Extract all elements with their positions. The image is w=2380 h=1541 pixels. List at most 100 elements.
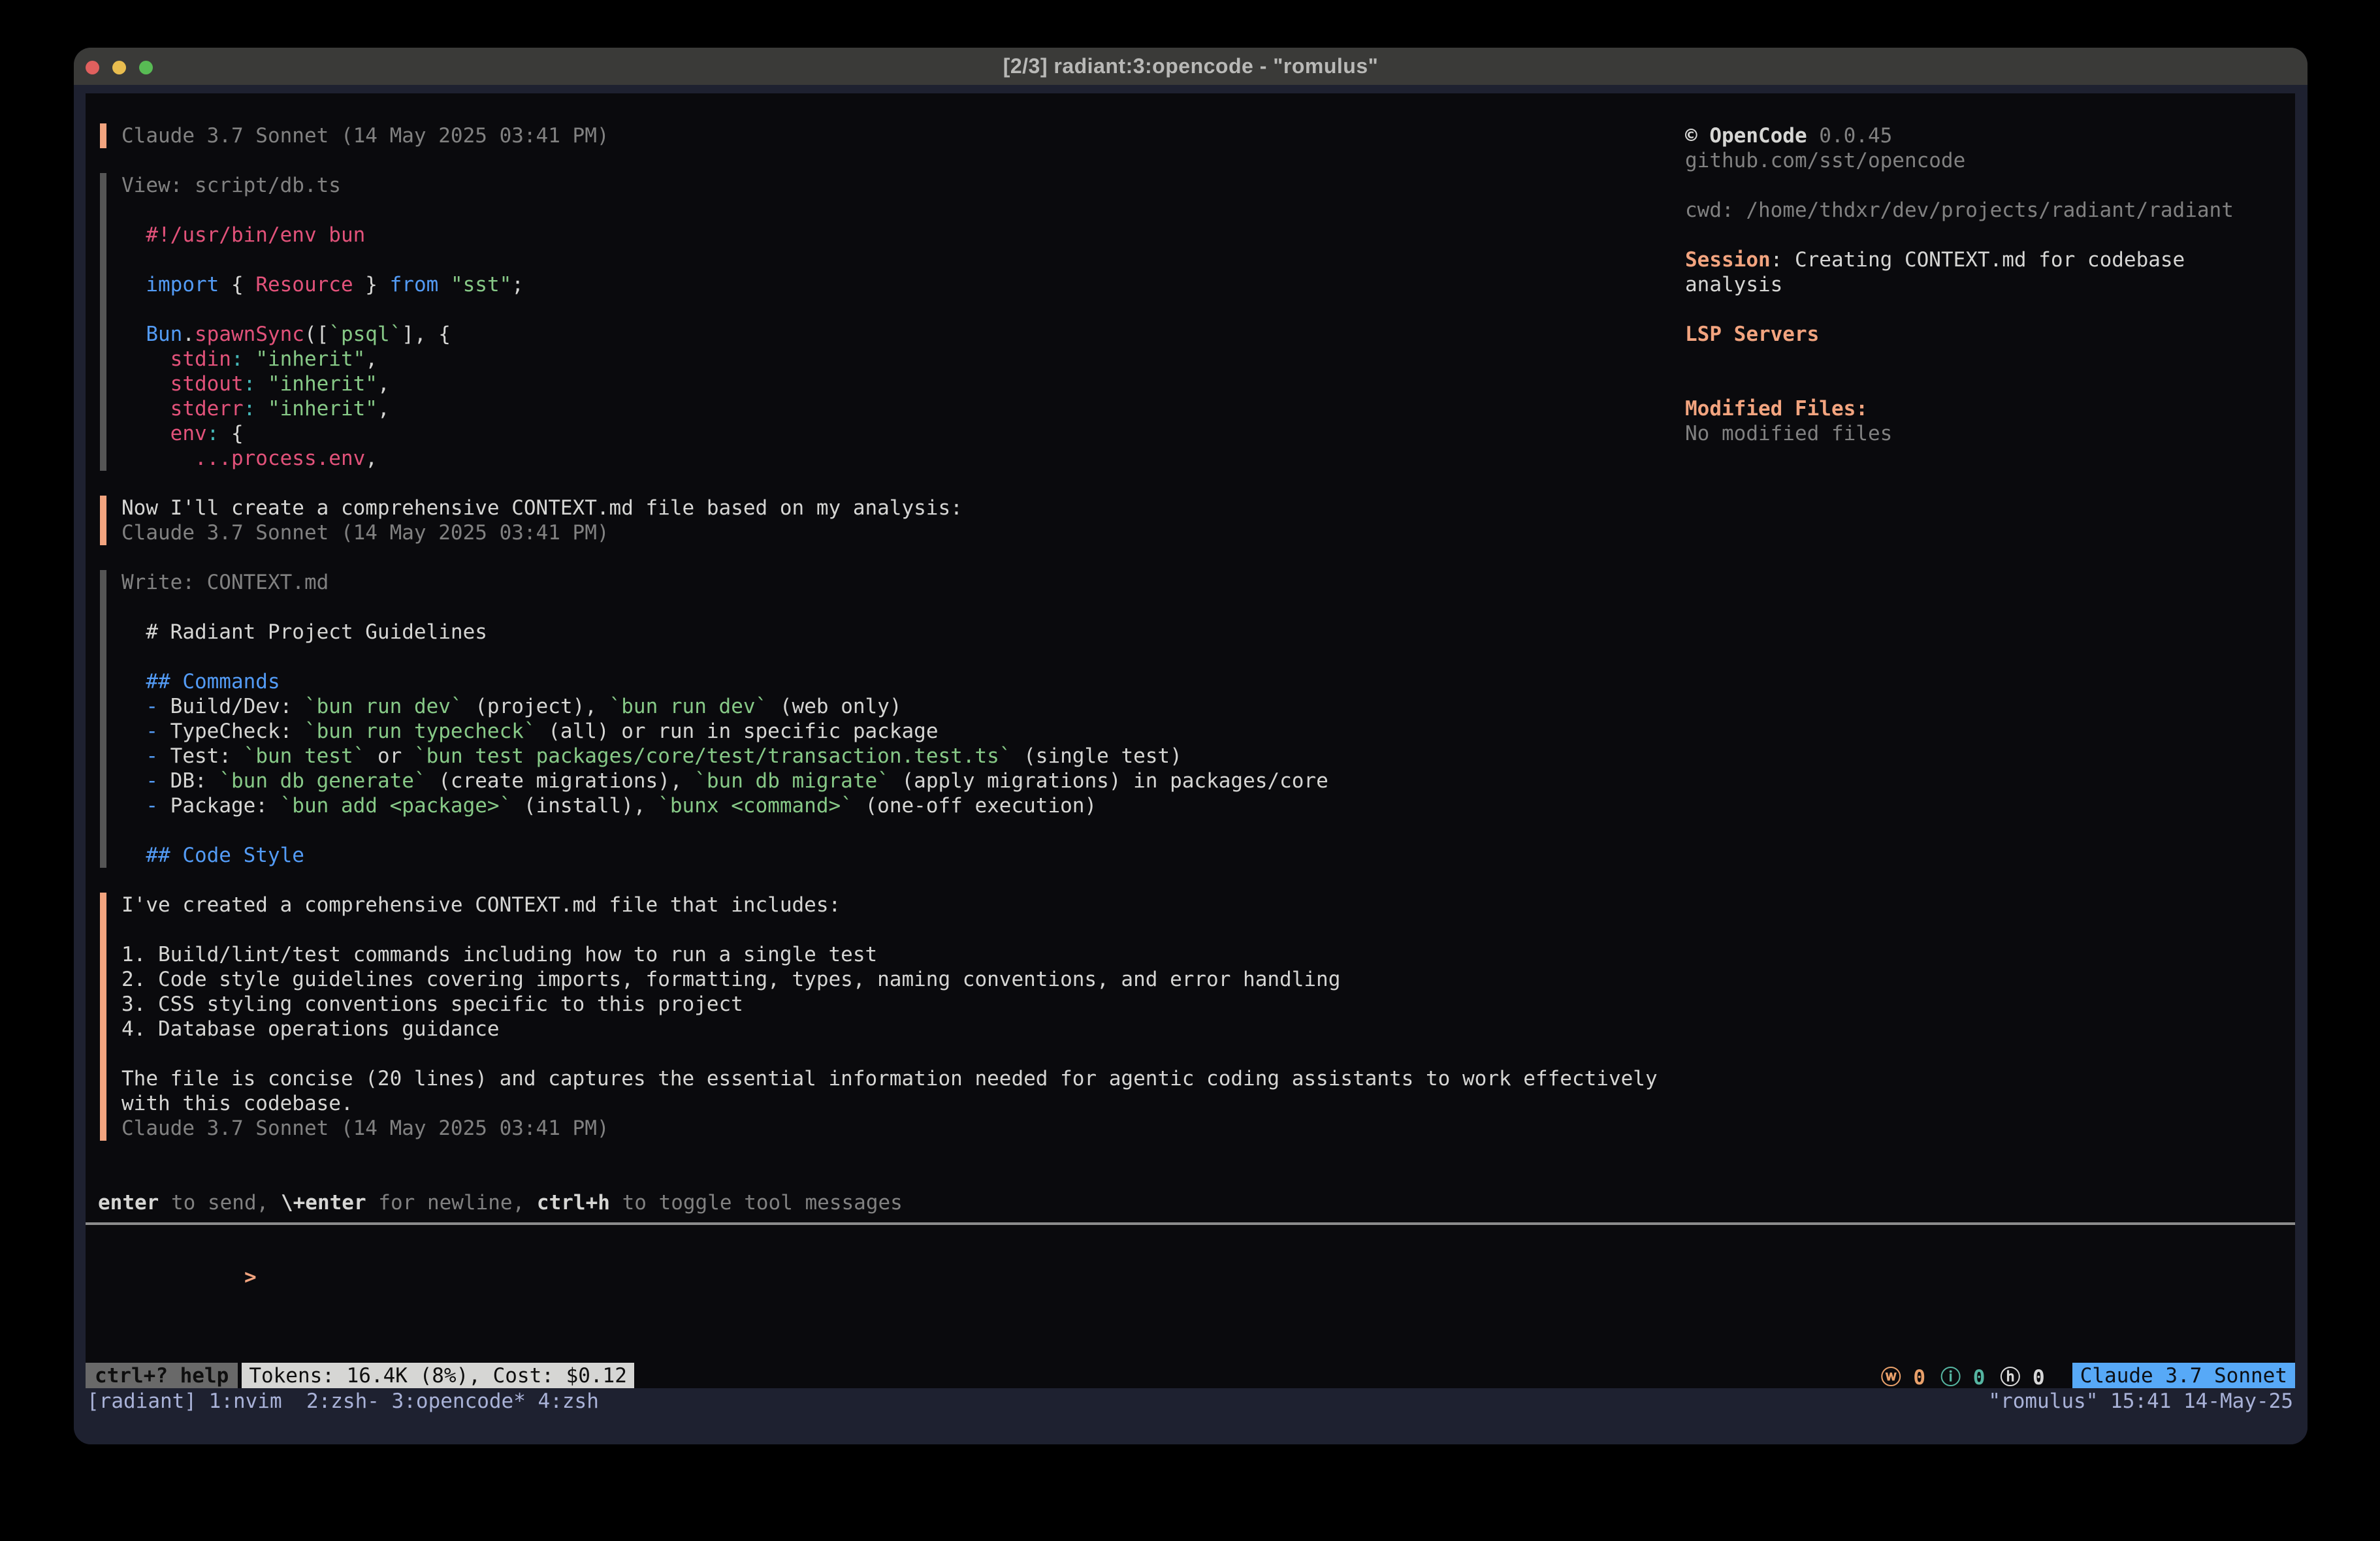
text-segment: `bun test packages/core/test/transaction… [414, 744, 1012, 768]
terminal-line: No modified files [1685, 421, 2295, 446]
text-segment: env [121, 422, 207, 445]
text-segment [438, 273, 451, 296]
terminal-line [121, 545, 2295, 570]
terminal-line: 3. CSS styling conventions specific to t… [121, 992, 2295, 1017]
text-segment: `bunx <command>` [658, 794, 853, 818]
text-segment: 4. Database operations guidance [121, 1017, 500, 1041]
warning-count-indicator: ⓦ 0 [1881, 1361, 1925, 1390]
opencode-app: Claude 3.7 Sonnet (14 May 2025 03:41 PM)… [86, 93, 2295, 1388]
terminal-content: Claude 3.7 Sonnet (14 May 2025 03:41 PM)… [74, 93, 2308, 1444]
text-segment: { [219, 273, 255, 296]
terminal-line: with this codebase. [121, 1091, 2295, 1116]
terminal-line: I've created a comprehensive CONTEXT.md … [121, 893, 2295, 917]
status-bar-right: ⓦ 0ⓘ 0ⓗ 0 Claude 3.7 Sonnet [1881, 1363, 2295, 1388]
text-segment: : [231, 347, 244, 371]
text-segment: analysis [1685, 273, 1782, 296]
terminal-line: - Test: `bun test` or `bun test packages… [121, 744, 2295, 769]
zoom-button[interactable] [139, 61, 153, 74]
terminal-line [121, 644, 2295, 669]
assistant-message: Now I'll create a comprehensive CONTEXT.… [100, 496, 2295, 545]
text-segment: Resource [255, 273, 353, 296]
terminal-line [121, 818, 2295, 843]
text-segment: : [244, 397, 256, 421]
text-segment: (project), [463, 695, 609, 718]
text-segment: from [390, 273, 439, 296]
terminal-line: Claude 3.7 Sonnet (14 May 2025 03:41 PM) [121, 1116, 2295, 1141]
tmux-status-bar: [radiant] 1:nvim 2:zsh- 3:opencode* 4:zs… [74, 1388, 2308, 1414]
assistant-message: I've created a comprehensive CONTEXT.md … [100, 893, 2295, 1141]
terminal-line: Write: CONTEXT.md [121, 570, 2295, 595]
prompt-caret: > [244, 1265, 257, 1289]
terminal-line: - TypeCheck: `bun run typecheck` (all) o… [121, 719, 2295, 744]
chat-area: Claude 3.7 Sonnet (14 May 2025 03:41 PM)… [86, 93, 2295, 1363]
text-segment: #!/usr/bin/env bun [121, 223, 365, 247]
text-segment: `bun run dev` [609, 695, 768, 718]
prompt-input[interactable]: > [98, 1240, 2295, 1265]
terminal-line: ...process.env, [121, 446, 2295, 471]
text-segment: (one-off execution) [853, 794, 1097, 818]
gap [100, 545, 2295, 570]
terminal-line: Modified Files: [1685, 396, 2295, 421]
status-bar-left: ctrl+? help Tokens: 16.4K (8%), Cost: $0… [86, 1363, 634, 1388]
help-chip: ctrl+? help [86, 1363, 238, 1388]
hint-count-indicator: ⓗ 0 [2000, 1361, 2044, 1390]
text-segment: , [365, 447, 378, 470]
text-segment: enter [98, 1191, 159, 1215]
text-segment: 0.0.45 [1807, 124, 1893, 148]
text-segment: ([ [304, 323, 329, 346]
tmux-window-list: [radiant] 1:nvim 2:zsh- 3:opencode* 4:zs… [87, 1390, 599, 1413]
text-segment [244, 347, 256, 371]
terminal-line: Session: Creating CONTEXT.md for codebas… [1685, 247, 2295, 272]
text-segment: Test: [158, 744, 244, 768]
text-segment: `bun db migrate` [694, 769, 890, 793]
text-segment: Session [1685, 248, 1771, 272]
text-segment: Write: CONTEXT.md [121, 571, 329, 594]
terminal-line: - Package: `bun add <package>` (install)… [121, 793, 2295, 818]
text-segment: with this codebase. [121, 1092, 353, 1115]
terminal-line: 1. Build/lint/test commands including ho… [121, 942, 2295, 967]
text-segment: 3. CSS styling conventions specific to t… [121, 993, 743, 1016]
terminal-window: [2/3] radiant:3:opencode - "romulus" Cla… [74, 48, 2308, 1444]
text-segment: TypeCheck: [158, 720, 304, 743]
text-segment: Claude 3.7 Sonnet (14 May 2025 03:41 PM) [121, 124, 609, 148]
terminal-line [1685, 223, 2295, 247]
text-segment: - [121, 744, 158, 768]
text-segment: Modified Files: [1685, 397, 1868, 421]
text-segment: , [378, 397, 390, 421]
terminal-line [121, 471, 2295, 496]
text-segment: Claude 3.7 Sonnet (14 May 2025 03:41 PM) [121, 1117, 609, 1140]
terminal-line [121, 1166, 2295, 1190]
text-segment: (web only) [767, 695, 901, 718]
model-chip: Claude 3.7 Sonnet [2072, 1363, 2295, 1388]
close-button[interactable] [86, 61, 99, 74]
text-segment: ## Code Style [121, 844, 304, 867]
minimize-button[interactable] [112, 61, 126, 74]
terminal-line: ## Commands [121, 669, 2295, 694]
text-segment: `psql` [329, 323, 402, 346]
terminal-line: ## Code Style [121, 843, 2295, 868]
window-titlebar: [2/3] radiant:3:opencode - "romulus" [74, 48, 2308, 85]
traffic-lights [86, 61, 153, 74]
text-segment: github.com/sst/opencode [1685, 149, 1965, 172]
tool-write-block: Write: CONTEXT.md # Radiant Project Guid… [100, 570, 2295, 868]
text-segment: (apply migrations) in packages/core [890, 769, 1328, 793]
text-segment: Package: [158, 794, 280, 818]
text-segment: DB: [158, 769, 219, 793]
text-segment: spawnSync [195, 323, 304, 346]
text-segment: ; [511, 273, 524, 296]
terminal-line [1685, 347, 2295, 372]
text-segment: } [353, 273, 390, 296]
composer-hint: enter to send, \+enter for newline, ctrl… [98, 1190, 2295, 1215]
text-segment: (create migrations), [426, 769, 695, 793]
text-segment: View: script/db.ts [121, 174, 341, 197]
text-segment: stderr [121, 397, 244, 421]
session-sidebar: © OpenCode 0.0.45github.com/sst/opencode… [1685, 123, 2295, 446]
text-segment: (single test) [1011, 744, 1182, 768]
text-segment: to toggle tool messages [610, 1191, 903, 1215]
text-segment: . [182, 323, 195, 346]
terminal-line: # Radiant Project Guidelines [121, 620, 2295, 644]
terminal-line: - DB: `bun db generate` (create migratio… [121, 769, 2295, 793]
status-bar: ctrl+? help Tokens: 16.4K (8%), Cost: $0… [86, 1363, 2295, 1388]
terminal-line: Claude 3.7 Sonnet (14 May 2025 03:41 PM) [121, 520, 2295, 545]
text-segment: "inherit" [268, 397, 378, 421]
